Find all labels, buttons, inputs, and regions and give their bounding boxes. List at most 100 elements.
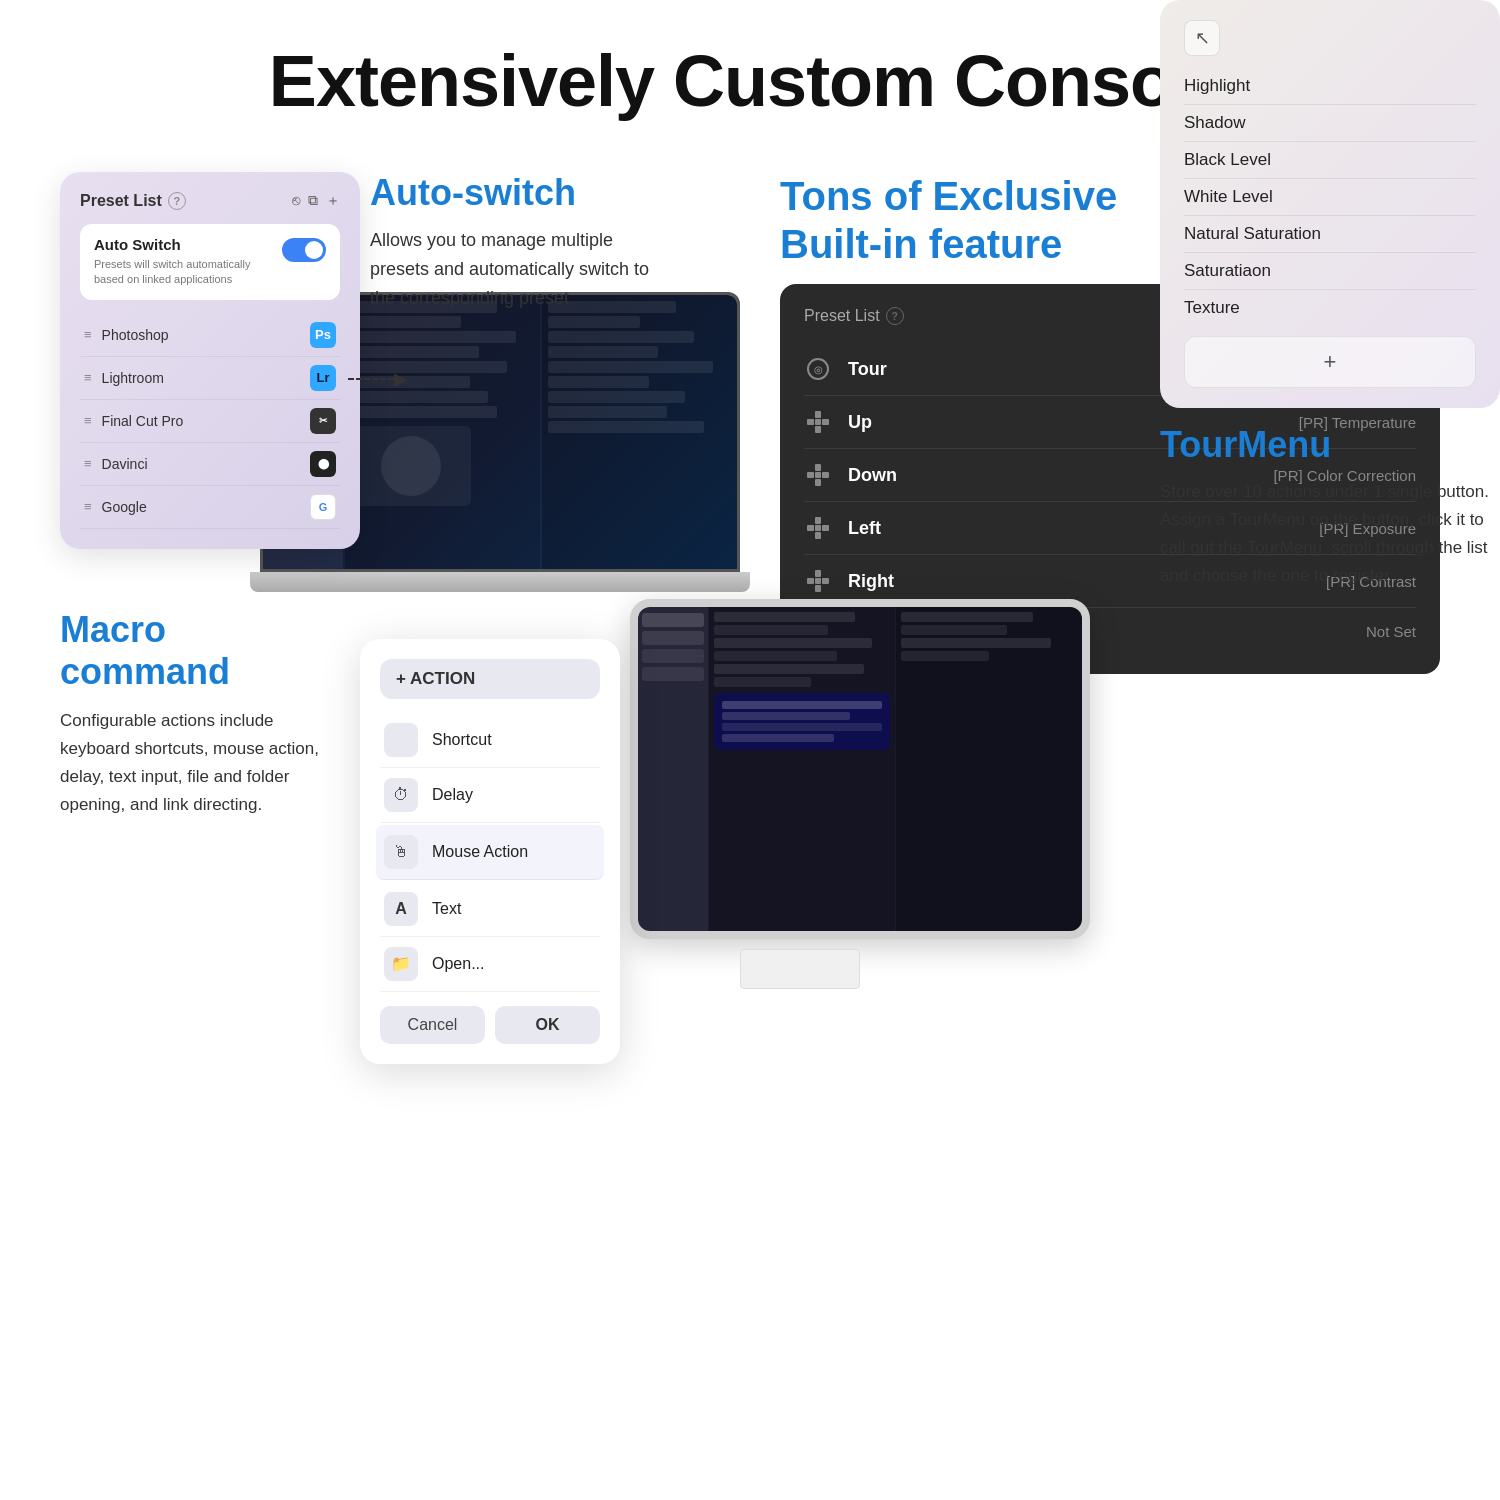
ok-button[interactable]: OK — [495, 1006, 600, 1044]
laptop-right-panel — [542, 295, 737, 569]
laptop-main-panel — [345, 295, 540, 569]
add-icon[interactable]: ＋ — [326, 192, 340, 210]
tablet-screen — [638, 607, 1082, 931]
svg-rect-7 — [822, 472, 829, 478]
svg-rect-16 — [807, 578, 814, 584]
app-name: Final Cut Pro — [102, 413, 184, 429]
delay-label: Delay — [432, 786, 473, 804]
drag-handle-icon: ≡ — [84, 370, 92, 385]
tablet-frame — [630, 599, 1090, 939]
edit-icon[interactable]: ⎋ — [292, 192, 300, 210]
tourmenu-item-natural-sat: Natural Saturation — [1184, 216, 1476, 253]
macro-body: Configurable actions include keyboard sh… — [60, 707, 320, 819]
dpad-down-icon — [804, 461, 832, 489]
folder-icon: 📁 — [384, 947, 418, 981]
help-icon: ? — [168, 192, 186, 210]
svg-rect-2 — [822, 419, 829, 425]
text-icon: A — [384, 892, 418, 926]
dashed-arrow: ▶ — [348, 368, 408, 390]
action-buttons: Cancel OK — [380, 1006, 600, 1044]
app-icon-fcp: ✂ — [310, 408, 336, 434]
tablet-bottom-bar — [740, 949, 860, 989]
dpad-name-down: Down — [848, 465, 897, 486]
auto-switch-label: Auto Switch — [94, 236, 272, 253]
tablet-right-panel — [896, 607, 1082, 931]
svg-rect-19 — [815, 578, 821, 584]
tourmenu-item-black-level: Black Level — [1184, 142, 1476, 179]
tourmenu-item-highlight: Highlight — [1184, 68, 1476, 105]
cancel-button[interactable]: Cancel — [380, 1006, 485, 1044]
auto-switch-row: Auto Switch Presets will switch automati… — [80, 224, 340, 300]
action-item-delay: ⏱ Delay — [380, 768, 600, 823]
preset-list-header: Preset List ? ⎋ ⧉ ＋ — [80, 192, 340, 210]
open-label: Open... — [432, 955, 484, 973]
drag-handle-icon: ≡ — [84, 456, 92, 471]
tour-icon: ◎ — [804, 355, 832, 383]
shortcut-icon — [384, 723, 418, 757]
auto-switch-desc: Presets will switch automatically based … — [94, 257, 272, 288]
app-name: Davinci — [102, 456, 148, 472]
delay-icon: ⏱ — [384, 778, 418, 812]
auto-switch-annotation: Auto-switch Allows you to manage multipl… — [370, 172, 670, 312]
tourmenu-add-button[interactable]: + — [1184, 336, 1476, 388]
copy-icon[interactable]: ⧉ — [308, 192, 318, 210]
tourmenu-list: ↖ Highlight Shadow Black Level White Lev… — [1160, 0, 1500, 408]
preset-list-title: Preset List ? — [80, 192, 186, 210]
list-item: ≡ Google G — [80, 486, 340, 529]
svg-rect-17 — [822, 578, 829, 584]
dark-help-icon: ? — [886, 307, 904, 325]
page-container: Extensively Custom Console Preset List ?… — [0, 0, 1500, 1500]
dpad-name-up: Up — [848, 412, 872, 433]
dark-preset-title: Preset List ? — [804, 307, 904, 325]
svg-rect-6 — [807, 472, 814, 478]
action-card: + ACTION Shortcut ⏱ Delay 🖱 Mouse Action — [360, 639, 620, 1064]
tourmenu-item-texture: Texture — [1184, 290, 1476, 326]
laptop-base — [250, 572, 750, 592]
svg-rect-13 — [815, 532, 821, 539]
preset-list-icons: ⎋ ⧉ ＋ — [292, 192, 340, 210]
list-item: ≡ Davinci ⬤ — [80, 443, 340, 486]
tablet-sidebar — [638, 607, 708, 931]
svg-rect-11 — [807, 525, 814, 531]
tourmenu-desc: Store over 10 actions under 1 single but… — [1160, 478, 1500, 590]
drag-handle-icon: ≡ — [84, 413, 92, 428]
svg-rect-8 — [815, 479, 821, 486]
list-item: ≡ Lightroom Lr — [80, 357, 340, 400]
drag-handle-icon: ≡ — [84, 327, 92, 342]
svg-rect-5 — [815, 464, 821, 471]
drag-handle-icon: ≡ — [84, 499, 92, 514]
mouse-label: Mouse Action — [432, 843, 528, 861]
app-icon-google: G — [310, 494, 336, 520]
auto-switch-toggle[interactable] — [282, 238, 326, 262]
dpad-name-tour: Tour — [848, 359, 887, 380]
app-name: Photoshop — [102, 327, 169, 343]
tourmenu-card: ↖ Highlight Shadow Black Level White Lev… — [1160, 0, 1500, 590]
action-item-open: 📁 Open... — [380, 937, 600, 992]
svg-rect-14 — [815, 525, 821, 531]
tourmenu-item-saturation: Saturatiaon — [1184, 253, 1476, 290]
shortcut-label: Shortcut — [432, 731, 492, 749]
svg-rect-0 — [815, 411, 821, 418]
dpad-up-icon — [804, 408, 832, 436]
svg-rect-3 — [815, 426, 821, 433]
preset-list-card: Preset List ? ⎋ ⧉ ＋ Auto Switch Presets … — [60, 172, 360, 549]
app-name: Lightroom — [102, 370, 164, 386]
add-action-button[interactable]: + ACTION — [380, 659, 600, 699]
action-item-text: A Text — [380, 882, 600, 937]
app-icon-ps: Ps — [310, 322, 336, 348]
tourmenu-item-white-level: White Level — [1184, 179, 1476, 216]
svg-rect-10 — [815, 517, 821, 524]
auto-switch-title: Auto-switch — [370, 172, 670, 214]
auto-switch-body: Allows you to manage multiple presets an… — [370, 226, 670, 312]
cursor-icon: ↖ — [1184, 20, 1220, 56]
app-icon-dv: ⬤ — [310, 451, 336, 477]
tablet-mockup — [660, 589, 1440, 989]
dpad-left-icon — [804, 514, 832, 542]
tourmenu-item-shadow: Shadow — [1184, 105, 1476, 142]
app-icon-lr: Lr — [310, 365, 336, 391]
bottom-section: Macro command Configurable actions inclu… — [60, 609, 1440, 1064]
svg-rect-9 — [815, 472, 821, 478]
svg-rect-15 — [815, 570, 821, 577]
svg-rect-4 — [815, 419, 821, 425]
list-item: ≡ Photoshop Ps — [80, 314, 340, 357]
